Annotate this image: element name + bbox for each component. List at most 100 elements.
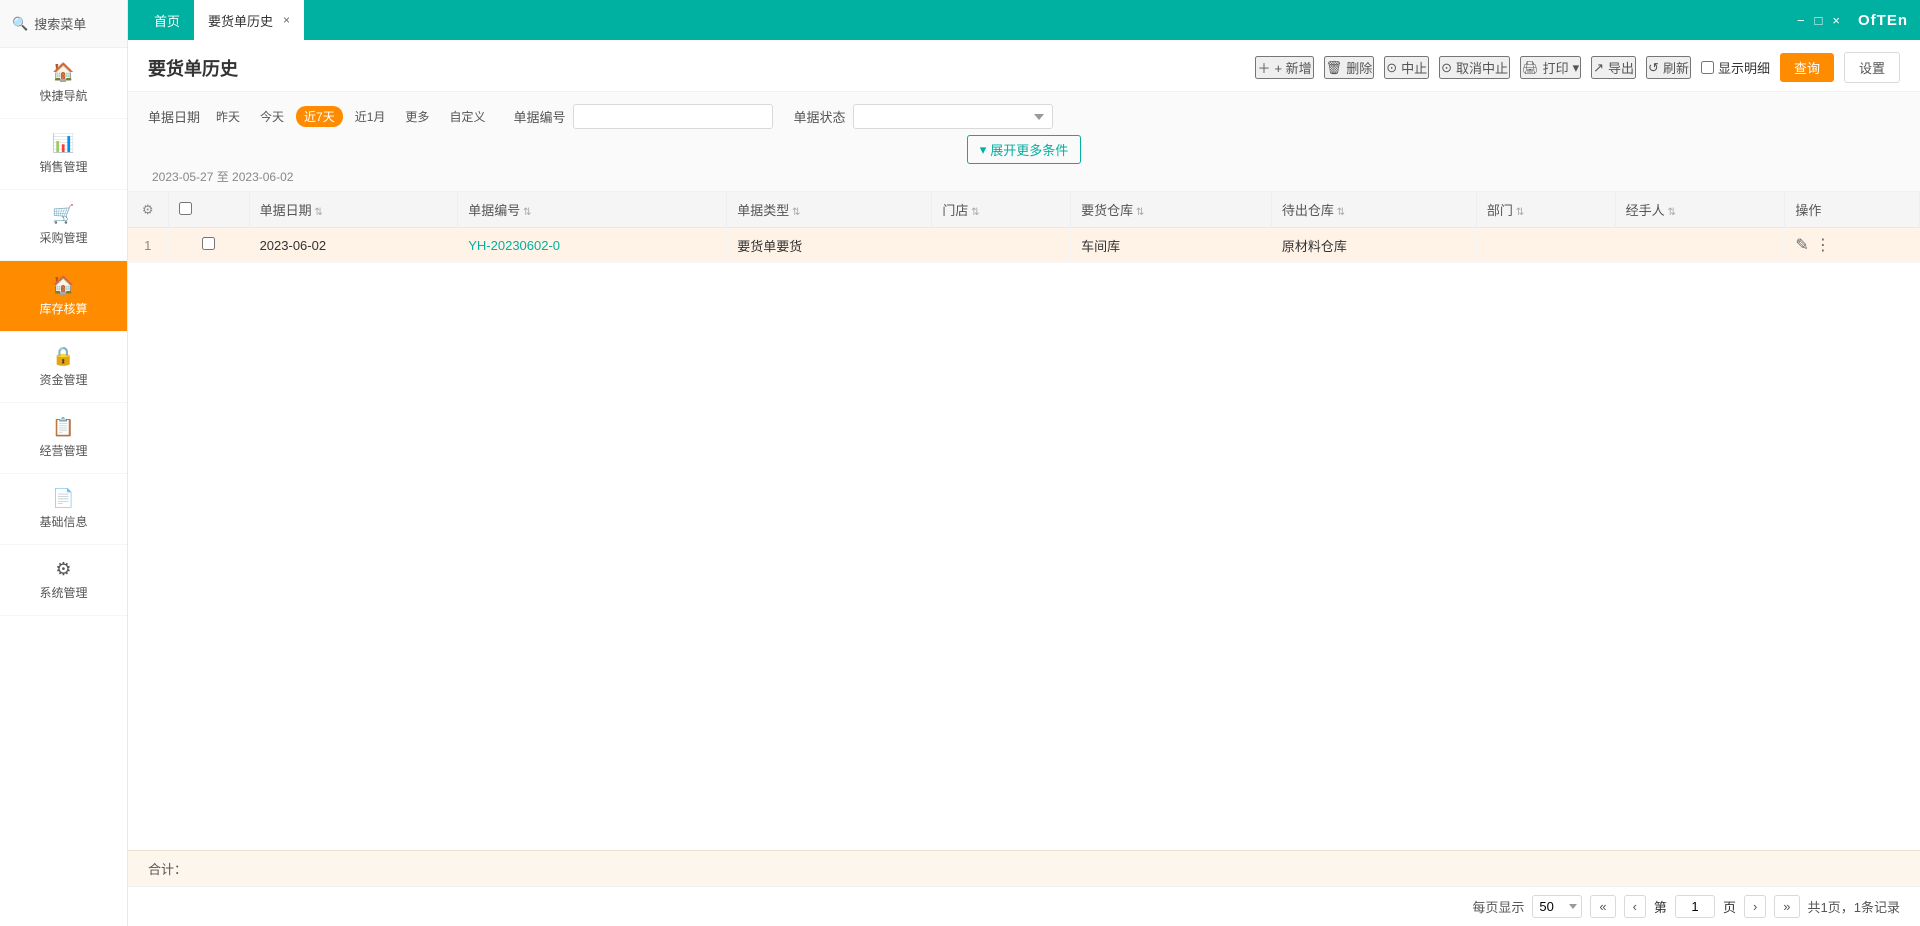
main-area: 首页要货单历史× − □ × OfTEn 要货单历史 ＋ + 新增 🗑 删除	[128, 0, 1920, 926]
sidebar-search[interactable]: 🔍 搜索菜单	[0, 0, 127, 48]
th-bill-type[interactable]: 单据类型	[727, 192, 932, 228]
row-checkbox-cell	[168, 228, 249, 263]
page-number-input[interactable]	[1675, 895, 1715, 918]
row-bill-type: 要货单要货	[727, 228, 932, 263]
refresh-button[interactable]: ↺ 刷新	[1646, 56, 1691, 79]
row-more-icon[interactable]: ⋮	[1815, 235, 1831, 255]
row-bill-no-link[interactable]: YH-20230602-0	[468, 238, 560, 253]
row-index: 1	[128, 228, 168, 263]
th-pending-warehouse[interactable]: 待出仓库	[1271, 192, 1476, 228]
print-button[interactable]: 🖨 打印 ▾	[1520, 56, 1581, 79]
main-table: ⚙ 单据日期 单据编号 单据类型 门店 要货仓库 待出仓库 部门 经手人 操	[128, 192, 1920, 263]
topbar: 首页 要货单历史 × − □ × OfTEn	[128, 0, 1920, 40]
bill-no-input[interactable]	[573, 104, 773, 129]
th-req-warehouse[interactable]: 要货仓库	[1071, 192, 1272, 228]
pagination-bar: 每页显示 50 100 200 « ‹ 第 页 › » 共1页，1条记录	[128, 886, 1920, 926]
topbar-maximize[interactable]: □	[1815, 13, 1823, 28]
table-settings-icon[interactable]: ⚙	[142, 202, 154, 217]
sidebar-item-sales[interactable]: 📊销售管理	[0, 119, 127, 190]
delete-button[interactable]: 🗑 删除	[1324, 56, 1375, 79]
tab-close-requisition-history[interactable]: ×	[283, 13, 290, 27]
show-detail-toggle[interactable]: 显示明细	[1701, 58, 1770, 77]
bill-no-filter-group: 单据编号	[513, 104, 773, 129]
finance-icon: 🔒	[52, 346, 74, 367]
date-filter-group: 单据日期 昨天今天近7天近1月更多自定义	[148, 106, 493, 127]
row-bill-no: YH-20230602-0	[458, 228, 727, 263]
next-page-button[interactable]: ›	[1744, 895, 1766, 918]
status-filter-group: 单据状态	[793, 104, 1053, 129]
date-btn-昨天[interactable]: 昨天	[208, 106, 248, 127]
export-button[interactable]: ↗ 导出	[1591, 56, 1636, 79]
settings-button[interactable]: 设置	[1844, 52, 1900, 83]
date-btn-更多[interactable]: 更多	[397, 106, 437, 127]
expand-icon: ▾	[980, 142, 987, 158]
topbar-right: − □ × OfTEn	[1797, 12, 1908, 29]
filter-row: 单据日期 昨天今天近7天近1月更多自定义 单据编号 单据状态	[148, 104, 1900, 129]
topbar-tab-home[interactable]: 首页	[140, 0, 194, 40]
page-title: 要货单历史	[148, 55, 238, 81]
print-icon: 🖨	[1522, 60, 1539, 76]
row-store	[932, 228, 1071, 263]
date-filter-buttons: 昨天今天近7天近1月更多自定义	[208, 106, 493, 127]
sidebar-item-system[interactable]: ⚙系统管理	[0, 545, 127, 616]
sidebar: 🔍 搜索菜单 🏠快捷导航📊销售管理🛒采购管理🏠库存核算🔒资金管理📋经营管理📄基础…	[0, 0, 128, 926]
sidebar-search-label: 搜索菜单	[34, 14, 86, 33]
select-all-checkbox[interactable]	[179, 202, 192, 215]
page-size-select[interactable]: 50 100 200	[1532, 895, 1582, 918]
sidebar-item-inventory[interactable]: 🏠库存核算	[0, 261, 127, 332]
topbar-minimize[interactable]: −	[1797, 13, 1805, 28]
first-page-button[interactable]: «	[1590, 895, 1615, 918]
th-checkbox	[168, 192, 249, 228]
topbar-close[interactable]: ×	[1832, 13, 1840, 28]
date-btn-近7天[interactable]: 近7天	[296, 106, 343, 127]
stop-button[interactable]: ⊙ 中止	[1384, 56, 1429, 79]
cancel-stop-button[interactable]: ⊙ 取消中止	[1439, 56, 1510, 79]
header-actions: ＋ + 新增 🗑 删除 ⊙ 中止 ⊙ 取消中止 🖨 打印	[1255, 52, 1900, 83]
th-bill-no[interactable]: 单据编号	[458, 192, 727, 228]
status-select[interactable]	[853, 104, 1053, 129]
date-btn-自定义[interactable]: 自定义	[441, 106, 493, 127]
sidebar-item-finance[interactable]: 🔒资金管理	[0, 332, 127, 403]
th-date[interactable]: 单据日期	[249, 192, 458, 228]
tab-label-home: 首页	[154, 11, 180, 30]
th-store[interactable]: 门店	[932, 192, 1071, 228]
sidebar-item-purchase[interactable]: 🛒采购管理	[0, 190, 127, 261]
query-button[interactable]: 查询	[1780, 53, 1834, 82]
date-btn-近1月[interactable]: 近1月	[347, 106, 394, 127]
delete-icon: 🗑	[1326, 60, 1343, 76]
bill-no-label: 单据编号	[513, 107, 565, 126]
new-button[interactable]: ＋ + 新增	[1255, 56, 1313, 79]
quick-nav-icon: 🏠	[52, 62, 74, 83]
show-detail-checkbox[interactable]	[1701, 61, 1714, 74]
page-size-label: 每页显示	[1472, 897, 1524, 916]
tab-label-requisition-history: 要货单历史	[208, 11, 273, 30]
cancel-stop-icon: ⊙	[1441, 60, 1452, 76]
th-settings: ⚙	[128, 192, 168, 228]
row-checkbox[interactable]	[202, 237, 215, 250]
page-header: 要货单历史 ＋ + 新增 🗑 删除 ⊙ 中止 ⊙ 取消中止	[128, 40, 1920, 92]
purchase-icon: 🛒	[52, 204, 74, 225]
table-body: 1 2023-06-02 YH-20230602-0 要货单要货 车间库 原材料…	[128, 228, 1920, 263]
row-edit-icon[interactable]: ✎	[1795, 235, 1808, 255]
date-range-text: 2023-05-27 至 2023-06-02	[148, 166, 1900, 185]
row-handler	[1615, 228, 1785, 263]
refresh-icon: ↺	[1648, 60, 1659, 76]
last-page-button[interactable]: »	[1774, 895, 1799, 918]
th-handler[interactable]: 经手人	[1615, 192, 1785, 228]
expand-filter-button[interactable]: ▾ 展开更多条件	[967, 135, 1082, 164]
sidebar-item-quick-nav[interactable]: 🏠快捷导航	[0, 48, 127, 119]
filter-expand-row: ▾ 展开更多条件	[148, 129, 1900, 166]
page-label: 第	[1654, 897, 1667, 916]
table-container: ⚙ 单据日期 单据编号 单据类型 门店 要货仓库 待出仓库 部门 经手人 操	[128, 192, 1920, 850]
th-department[interactable]: 部门	[1476, 192, 1615, 228]
topbar-tab-requisition-history[interactable]: 要货单历史 ×	[194, 0, 304, 40]
sales-icon: 📊	[52, 133, 74, 154]
date-btn-今天[interactable]: 今天	[252, 106, 292, 127]
row-date: 2023-06-02	[249, 228, 458, 263]
th-ops: 操作	[1785, 192, 1920, 228]
sidebar-item-operations[interactable]: 📋经营管理	[0, 403, 127, 474]
date-filter-label: 单据日期	[148, 107, 200, 126]
prev-page-button[interactable]: ‹	[1624, 895, 1646, 918]
sidebar-item-base-info[interactable]: 📄基础信息	[0, 474, 127, 545]
operations-icon: 📋	[52, 417, 74, 438]
